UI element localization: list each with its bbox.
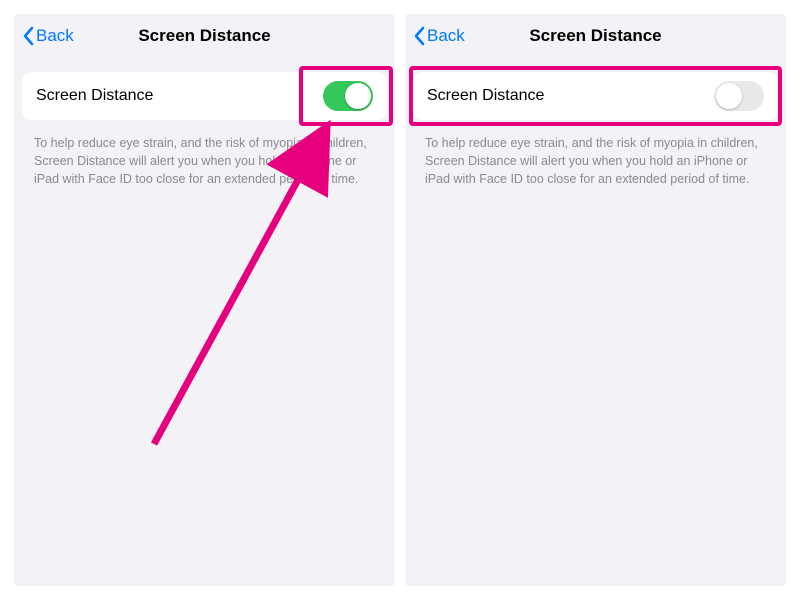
setting-row-wrap: Screen Distance (413, 72, 778, 120)
phone-left: Back Screen Distance Screen Distance To … (14, 14, 395, 586)
toggle-knob (345, 83, 371, 109)
comparison-frame: Back Screen Distance Screen Distance To … (14, 14, 786, 586)
setting-label: Screen Distance (427, 87, 544, 105)
setting-label: Screen Distance (36, 87, 153, 105)
screen-distance-toggle[interactable] (323, 81, 373, 111)
chevron-left-icon (22, 26, 34, 46)
back-label: Back (36, 26, 74, 46)
navbar: Back Screen Distance (14, 14, 395, 58)
toggle-knob (716, 83, 742, 109)
chevron-left-icon (413, 26, 425, 46)
screen-distance-toggle[interactable] (714, 81, 764, 111)
screen-distance-row[interactable]: Screen Distance (413, 72, 778, 120)
content-area: Screen Distance To help reduce eye strai… (14, 58, 395, 188)
navbar: Back Screen Distance (405, 14, 786, 58)
screen-distance-row[interactable]: Screen Distance (22, 72, 387, 120)
back-button[interactable]: Back (413, 26, 465, 46)
setting-description: To help reduce eye strain, and the risk … (14, 126, 395, 188)
back-button[interactable]: Back (22, 26, 74, 46)
setting-description: To help reduce eye strain, and the risk … (405, 126, 786, 188)
back-label: Back (427, 26, 465, 46)
setting-row-wrap: Screen Distance (22, 72, 387, 120)
phone-right: Back Screen Distance Screen Distance To … (405, 14, 786, 586)
content-area: Screen Distance To help reduce eye strai… (405, 58, 786, 188)
